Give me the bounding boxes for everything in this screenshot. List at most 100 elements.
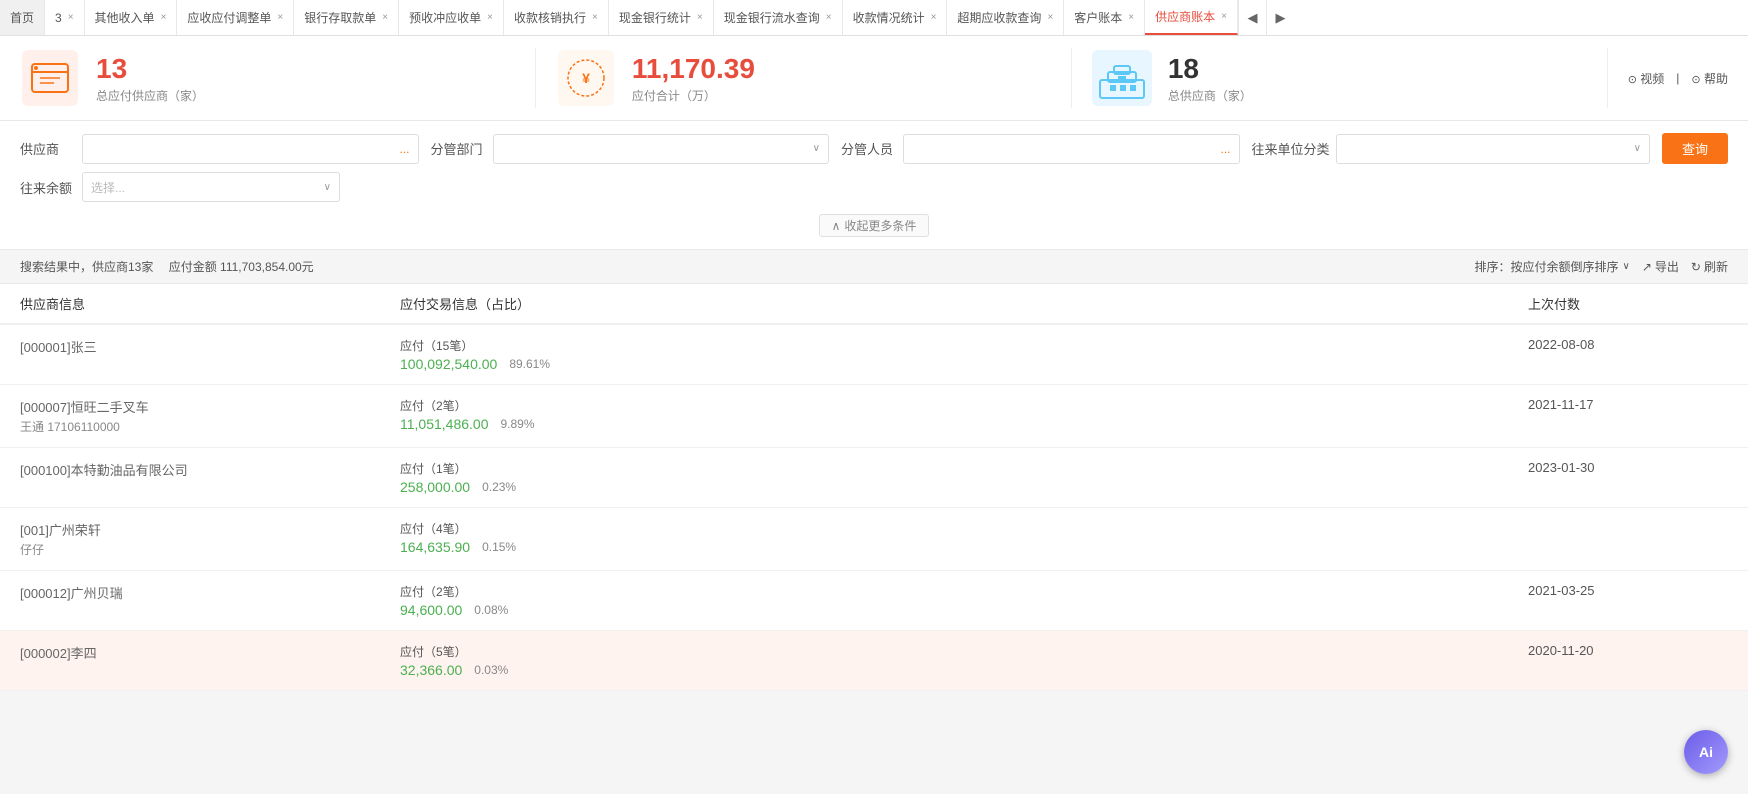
trans-pct-row1: 89.61% (509, 357, 550, 371)
trans-pct-row3: 0.23% (482, 480, 516, 494)
nav-overdue-query-label: 超期应收款查询 (957, 9, 1041, 26)
table-row[interactable]: [000007]恒旺二手叉车 王通 17106110000 应付（2笔） 11,… (0, 385, 1748, 448)
filter-row-1: 供应商 ... 分管部门 ∨ 分管人员 ... 往来单位分类 (20, 133, 1728, 164)
category-arrow-icon: ∨ (1634, 143, 1641, 154)
nav-pre-charge-label: 预收冲应收单 (409, 9, 481, 26)
table-row[interactable]: [000100]本特勤油品有限公司 应付（1笔） 258,000.00 0.23… (0, 448, 1748, 508)
nav-other-income-close[interactable]: × (161, 12, 167, 23)
trans-info-row3: 应付（1笔） 258,000.00 0.23% (400, 460, 1528, 495)
payable-suppliers-icon (20, 48, 80, 108)
refresh-icon: ↻ (1691, 260, 1701, 274)
category-input[interactable]: ∨ (1336, 134, 1650, 164)
nav-cash-bank-stat[interactable]: 现金银行统计 × (609, 0, 714, 35)
nav-pre-charge[interactable]: 预收冲应收单 × (399, 0, 504, 35)
nav-other-income[interactable]: 其他收入单 × (85, 0, 178, 35)
person-input[interactable]: ... (903, 134, 1240, 164)
dept-input[interactable]: ∨ (493, 134, 830, 164)
data-table: 供应商信息 应付交易信息（占比） 上次付数 [000001]张三 应付（15笔）… (0, 284, 1748, 691)
export-button[interactable]: ↗ 导出 (1642, 258, 1679, 275)
supplier-link-row1[interactable]: [000001]张三 (20, 340, 97, 355)
payable-total-icon: ¥ (556, 48, 616, 108)
summary-card-payable-suppliers: 13 总应付供应商（家） (20, 48, 536, 108)
supplier-cell: [000100]本特勤油品有限公司 (20, 460, 400, 479)
nav-next-arrow[interactable]: ▶ (1266, 0, 1294, 35)
nav-receipt-stat-close[interactable]: × (931, 12, 937, 23)
nav-other-income-label: 其他收入单 (95, 9, 155, 26)
last-pay-date-row5: 2021-03-25 (1528, 583, 1595, 598)
trans-label-row2: 应付（2笔） (400, 397, 1528, 414)
nav-receipt-stat[interactable]: 收款情况统计 × (843, 0, 948, 35)
nav-cash-flow-label: 现金银行流水查询 (724, 9, 820, 26)
result-text2: 应付金额 111,703,854.00元 (169, 260, 314, 274)
collapse-button[interactable]: ∧ 收起更多条件 (819, 214, 930, 237)
nav-tab3[interactable]: 3 × (45, 0, 85, 35)
trans-cell-row1: 应付（15笔） 100,092,540.00 89.61% (400, 337, 1528, 372)
summary-card-total-suppliers: 18 总供应商（家） (1092, 48, 1608, 108)
supplier-link-row3[interactable]: [000100]本特勤油品有限公司 (20, 463, 188, 478)
table-row[interactable]: [001]广州荣轩 仔仔 应付（4笔） 164,635.90 0.15% (0, 508, 1748, 571)
trans-amount-row-row3: 258,000.00 0.23% (400, 479, 1528, 495)
nav-receipt-verify-close[interactable]: × (592, 12, 598, 23)
result-text1: 搜索结果中，供应商13家 (20, 260, 153, 274)
table-row[interactable]: [000002]李四 应付（5笔） 32,366.00 0.03% 2020-1… (0, 631, 1748, 691)
trans-cell-row2: 应付（2笔） 11,051,486.00 9.89% (400, 397, 1528, 432)
trans-amount-row-row2: 11,051,486.00 9.89% (400, 416, 1528, 432)
nav-prev-arrow[interactable]: ◀ (1238, 0, 1266, 35)
nav-overdue-query[interactable]: 超期应收款查询 × (947, 0, 1064, 35)
trans-amount-row6: 32,366.00 (400, 662, 462, 678)
nav-home[interactable]: 首页 (0, 0, 45, 35)
nav-bank-deposit-close[interactable]: × (382, 12, 388, 23)
supplier-link-row4[interactable]: [001]广州荣轩 (20, 523, 101, 538)
supplier-link-row2[interactable]: [000007]恒旺二手叉车 (20, 400, 149, 415)
lastpay-cell-row6: 2020-11-20 (1528, 643, 1728, 658)
sort-select[interactable]: 排序：按应付余额倒序排序 ∨ (1475, 258, 1630, 275)
result-actions: 排序：按应付余额倒序排序 ∨ ↗ 导出 ↻ 刷新 (1475, 258, 1729, 275)
table-row[interactable]: [000012]广州贝瑞 应付（2笔） 94,600.00 0.08% 2021… (0, 571, 1748, 631)
nav-cash-flow[interactable]: 现金银行流水查询 × (714, 0, 843, 35)
table-header-row: 供应商信息 应付交易信息（占比） 上次付数 (0, 284, 1748, 325)
nav-pre-charge-close[interactable]: × (487, 12, 493, 23)
trans-amount-row-row5: 94,600.00 0.08% (400, 602, 1528, 618)
nav-ar-ap-adjust-close[interactable]: × (277, 12, 283, 23)
trans-amount-row1: 100,092,540.00 (400, 356, 497, 372)
nav-cash-flow-close[interactable]: × (826, 12, 832, 23)
nav-cash-bank-stat-close[interactable]: × (697, 12, 703, 23)
payable-suppliers-num: 13 (96, 52, 204, 86)
refresh-button[interactable]: ↻ 刷新 (1691, 258, 1728, 275)
trans-amount-row5: 94,600.00 (400, 602, 462, 618)
nav-receipt-verify-label: 收款核销执行 (514, 9, 586, 26)
lastpay-cell-row3: 2023-01-30 (1528, 460, 1728, 475)
nav-bank-deposit-label: 银行存取款单 (304, 9, 376, 26)
trans-amount-row-row4: 164,635.90 0.15% (400, 539, 1528, 555)
nav-supplier-ledger[interactable]: 供应商账本 × (1145, 0, 1238, 35)
export-icon: ↗ (1642, 260, 1652, 274)
help-link[interactable]: ⊙ 帮助 (1691, 70, 1728, 87)
query-button[interactable]: 查询 (1662, 133, 1728, 164)
nav-overdue-query-close[interactable]: × (1047, 12, 1053, 23)
balance-arrow-icon: ∨ (324, 182, 331, 193)
nav-ar-ap-adjust[interactable]: 应收应付调整单 × (177, 0, 294, 35)
nav-tab3-close[interactable]: × (68, 12, 74, 23)
supplier-cell: [001]广州荣轩 仔仔 (20, 520, 400, 558)
table-row[interactable]: [000001]张三 应付（15笔） 100,092,540.00 89.61%… (0, 325, 1748, 385)
person-dots-icon[interactable]: ... (1220, 142, 1230, 156)
filter-balance: 往来余额 选择... ∨ (20, 172, 340, 202)
nav-bank-deposit[interactable]: 银行存取款单 × (294, 0, 399, 35)
supplier-link-row6[interactable]: [000002]李四 (20, 646, 97, 661)
supplier-input[interactable]: ... (82, 134, 419, 164)
ai-badge[interactable]: Ai (1684, 730, 1728, 774)
last-pay-date-row2: 2021-11-17 (1528, 397, 1594, 412)
sort-arrow-icon: ∨ (1623, 261, 1630, 272)
nav-customer-ledger-label: 客户账本 (1074, 9, 1122, 26)
nav-supplier-ledger-close[interactable]: × (1221, 11, 1227, 22)
supplier-link-row5[interactable]: [000012]广州贝瑞 (20, 586, 123, 601)
nav-customer-ledger-close[interactable]: × (1128, 12, 1134, 23)
payable-suppliers-label: 总应付供应商（家） (96, 87, 204, 104)
filter-category: 往来单位分类 ∨ (1252, 134, 1651, 164)
video-link[interactable]: ⊙ 视频 (1628, 70, 1665, 87)
balance-select[interactable]: 选择... ∨ (82, 172, 340, 202)
nav-customer-ledger[interactable]: 客户账本 × (1064, 0, 1145, 35)
trans-label-row5: 应付（2笔） (400, 583, 1528, 600)
supplier-dots-icon[interactable]: ... (399, 142, 409, 156)
nav-receipt-verify[interactable]: 收款核销执行 × (504, 0, 609, 35)
